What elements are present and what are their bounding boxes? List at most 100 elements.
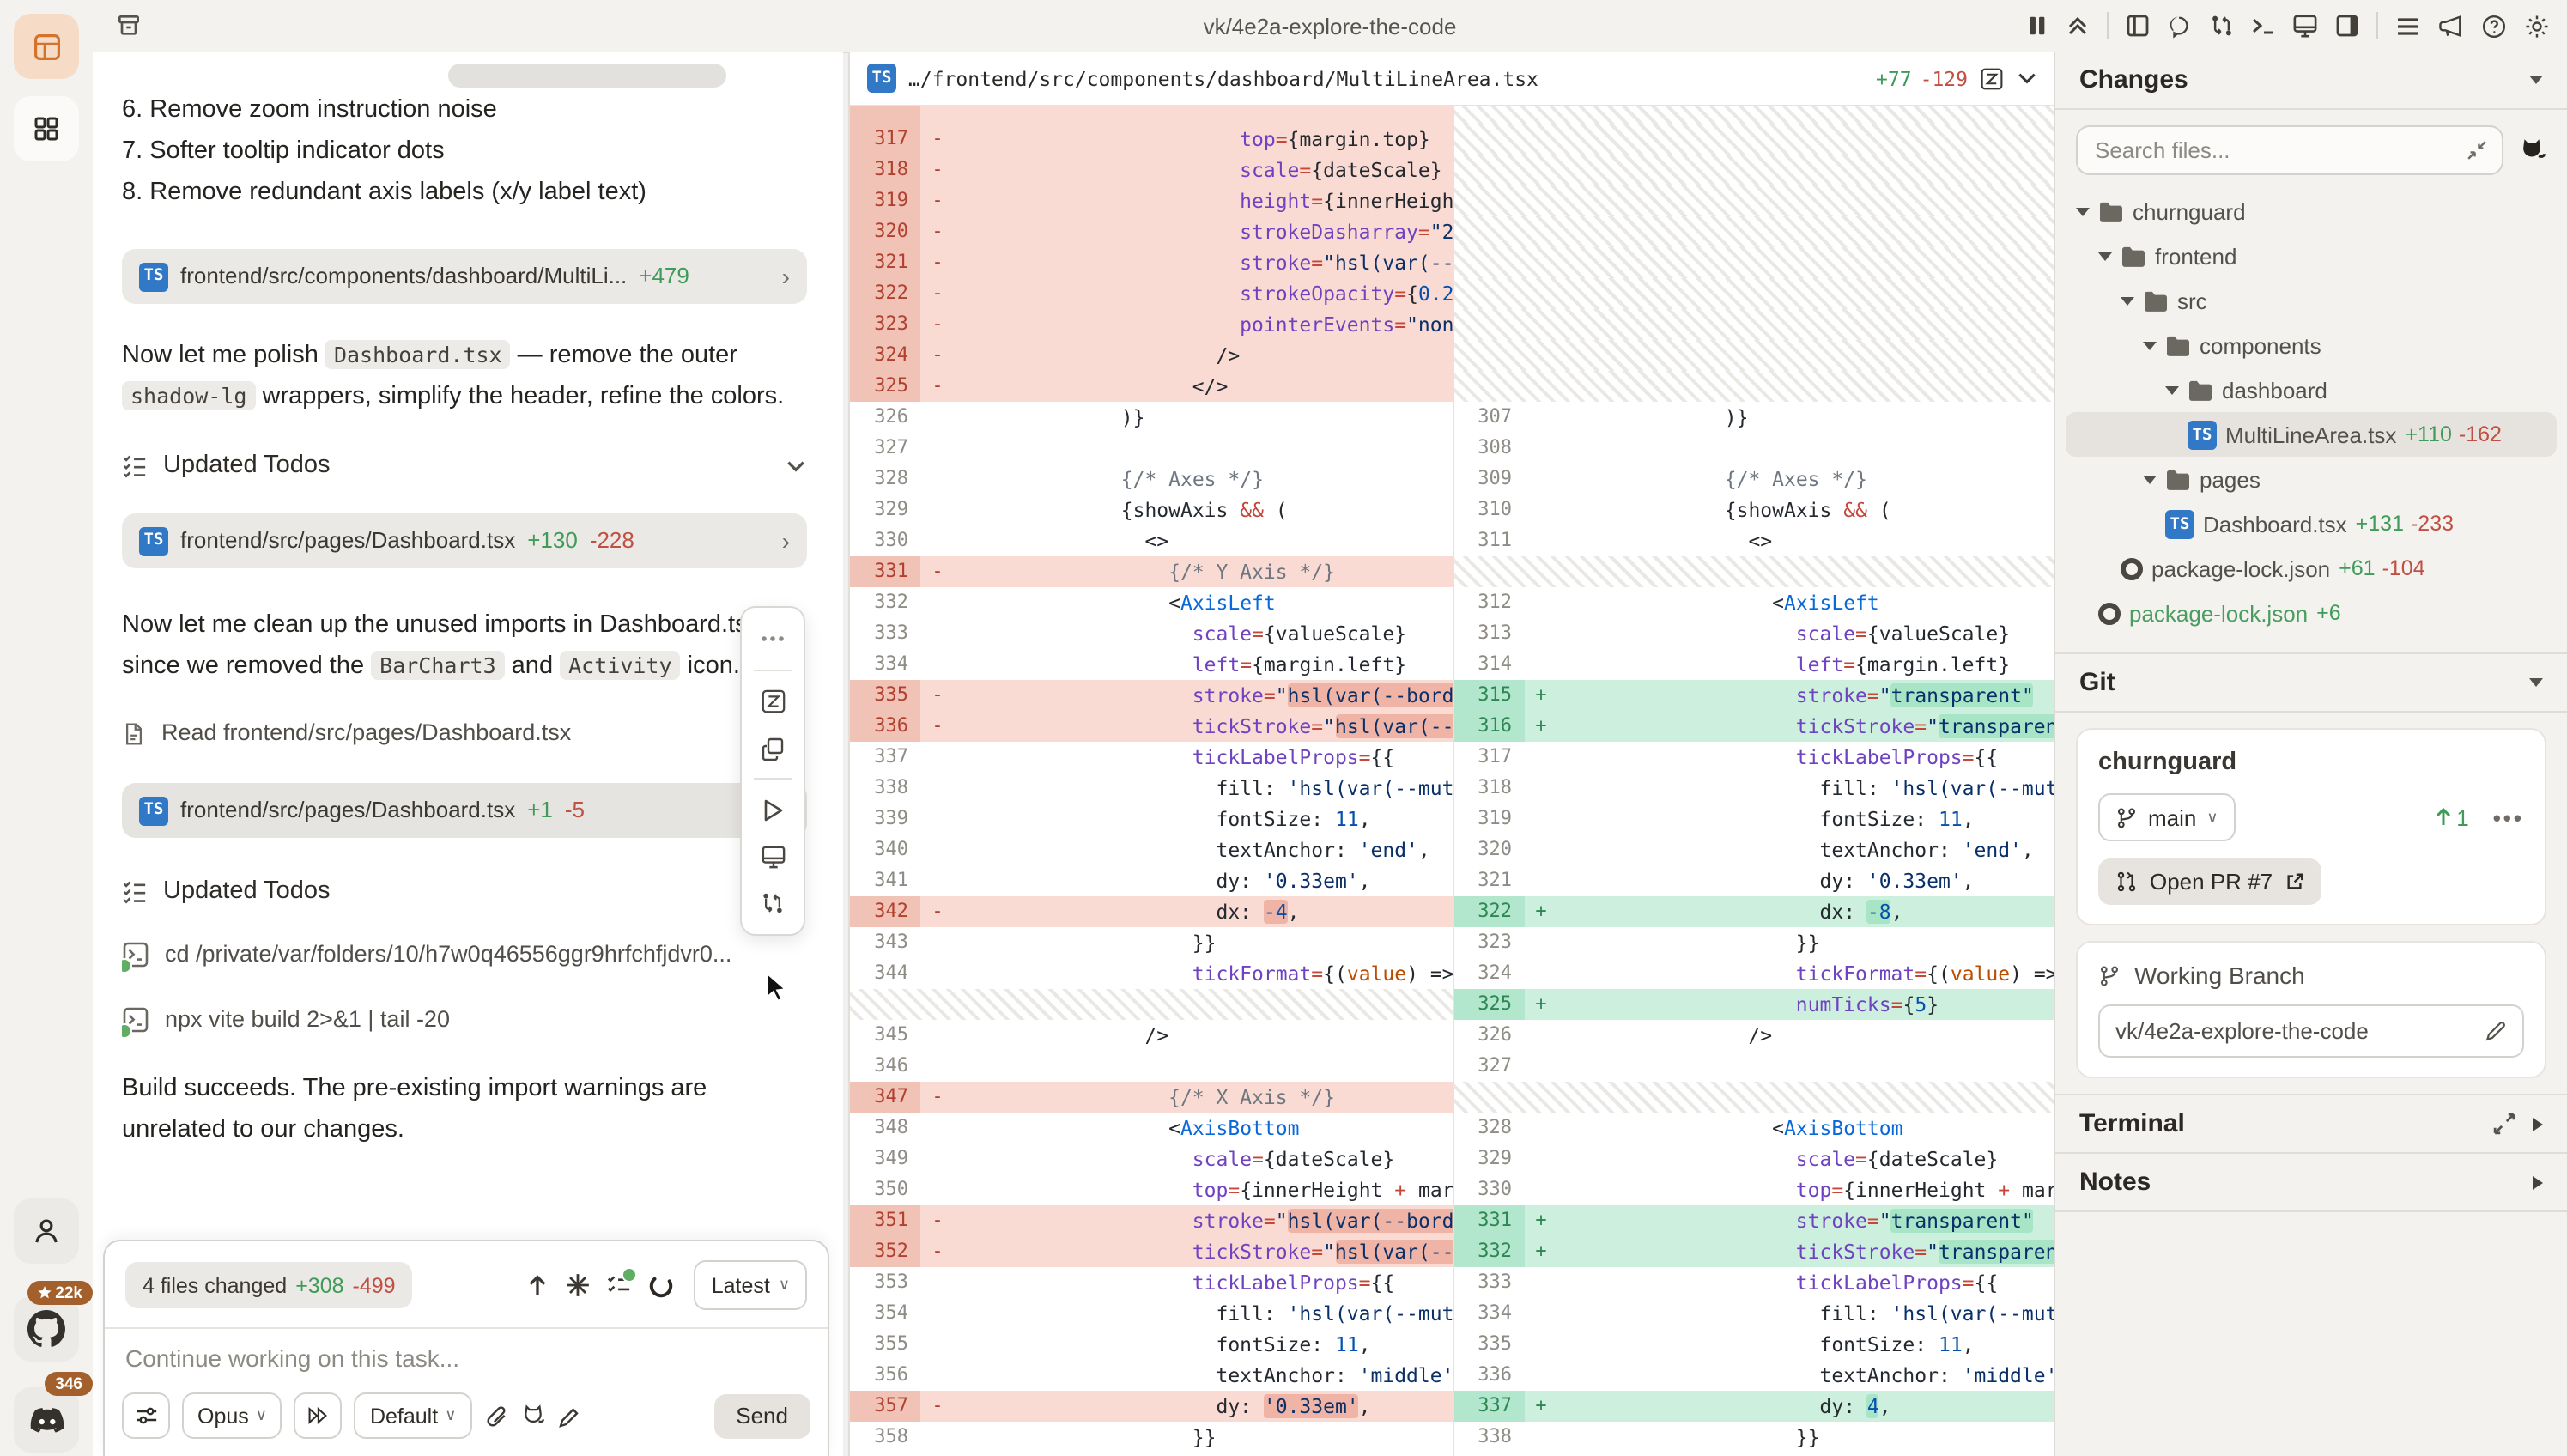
left-rail: 22k 346 <box>0 0 94 1456</box>
fast-forward-button[interactable] <box>294 1392 343 1439</box>
git-compare-icon[interactable] <box>2210 14 2234 38</box>
read-file-row[interactable]: Read frontend/src/pages/Dashboard.tsx <box>122 716 807 750</box>
terminal-command-row[interactable]: cd /private/var/folders/10/h7w0q46556ggr… <box>122 937 807 972</box>
search-input[interactable] <box>2091 136 2455 165</box>
commits-ahead[interactable]: 1 <box>2432 804 2468 830</box>
preview-icon[interactable] <box>752 837 793 878</box>
terminal-command-row[interactable]: npx vite build 2>&1 | tail -20 <box>122 1003 807 1037</box>
diff-gap-row <box>850 989 1452 1020</box>
diff-line-337: 337+dy: 4, <box>1453 1391 2055 1422</box>
open-pr-button[interactable]: Open PR #7 <box>2098 858 2321 905</box>
assistant-paragraph: Now let me clean up the unused imports i… <box>122 604 807 687</box>
caret-down-icon <box>2121 296 2134 305</box>
collapse-icon[interactable] <box>2466 139 2488 161</box>
git-compare-icon[interactable] <box>752 883 793 924</box>
composer-input[interactable]: Continue working on this task... <box>105 1329 828 1387</box>
diff-line-343: 343}} <box>850 927 1452 958</box>
spark-icon[interactable] <box>566 1272 592 1298</box>
diff-line-358: 358}} <box>850 1422 1452 1453</box>
branch-dropdown[interactable]: main∨ <box>2098 793 2236 841</box>
menu-icon[interactable] <box>2395 15 2421 37</box>
tree-item-package-lock.json[interactable]: package-lock.json+61-104 <box>2066 546 2557 591</box>
terminal-icon[interactable] <box>2251 14 2275 38</box>
account-button[interactable] <box>14 1198 79 1264</box>
help-icon[interactable] <box>2481 13 2507 39</box>
panel-left-icon[interactable] <box>2126 14 2150 38</box>
tree-item-churnguard[interactable]: churnguard <box>2066 189 2557 234</box>
tree-item-MultiLineArea.tsx[interactable]: TSMultiLineArea.tsx+110-162 <box>2066 412 2557 457</box>
working-branch-input[interactable]: vk/4e2a-explore-the-code <box>2098 1004 2524 1058</box>
file-diff-chip-multilinearea[interactable]: TS frontend/src/components/dashboard/Mul… <box>122 249 807 304</box>
copy-icon[interactable] <box>752 727 793 768</box>
chevron-down-icon[interactable] <box>2016 67 2038 89</box>
updated-todos-toggle[interactable]: Updated Todos <box>122 874 807 908</box>
pen-icon[interactable] <box>557 1404 581 1428</box>
collapse-all-icon[interactable] <box>2066 14 2090 38</box>
tree-item-package-lock.json[interactable]: package-lock.json+6 <box>2066 591 2557 635</box>
more-options-icon[interactable]: ••• <box>2493 804 2524 830</box>
search-files-box[interactable] <box>2076 125 2503 175</box>
file-change-stats: +61-104 <box>2339 556 2425 580</box>
github-button[interactable]: 22k <box>14 1296 79 1362</box>
diff-gap-row <box>1453 278 2055 309</box>
diff-line-320: 320textAnchor: 'end', <box>1453 834 2055 865</box>
settings-gear-icon[interactable] <box>2524 13 2550 39</box>
diff-line-351: 351-stroke="hsl(var(--border))" <box>850 1205 1452 1236</box>
model-dropdown[interactable]: Opus∨ <box>182 1392 282 1439</box>
panel-layout-button[interactable] <box>14 14 79 79</box>
diff-line-329: 329scale={dateScale} <box>1453 1144 2055 1174</box>
file-diff-chip-dashboard[interactable]: TS frontend/src/pages/Dashboard.tsx +130… <box>122 513 807 568</box>
kitty-icon[interactable] <box>519 1403 545 1429</box>
feedback-megaphone-icon[interactable] <box>2438 13 2464 39</box>
tree-item-frontend[interactable]: frontend <box>2066 234 2557 278</box>
folder-icon <box>2165 468 2191 490</box>
mouse-cursor <box>764 972 790 1003</box>
notes-section-header[interactable]: Notes <box>2055 1154 2567 1210</box>
preview-monitor-icon[interactable] <box>2292 14 2318 38</box>
todos-status-icon[interactable] <box>607 1272 633 1298</box>
diff-line-347: 347-{/* X Axis */} <box>850 1082 1452 1113</box>
open-in-zed-icon[interactable] <box>752 682 793 723</box>
terminal-section-header[interactable]: Terminal <box>2055 1095 2567 1152</box>
file-diff-chip-dashboard-2[interactable]: TS frontend/src/pages/Dashboard.tsx +1 -… <box>122 783 807 838</box>
grid-view-button[interactable] <box>14 96 79 161</box>
changes-section-header[interactable]: Changes <box>2055 52 2567 108</box>
diff-line-344: 344tickFormat={(value) => <box>850 958 1452 989</box>
diff-line-348: 348<AxisBottom <box>850 1113 1452 1144</box>
tree-item-components[interactable]: components <box>2066 323 2557 367</box>
diff-line-327: 327 <box>850 433 1452 464</box>
tree-item-pages[interactable]: pages <box>2066 457 2557 501</box>
expand-icon[interactable] <box>2493 1113 2515 1135</box>
diff-line-329: 329{showAxis && ( <box>850 494 1452 525</box>
diff-line-319: 319fontSize: 11, <box>1453 804 2055 834</box>
pencil-icon[interactable] <box>2485 1020 2507 1042</box>
discord-button[interactable]: 346 <box>14 1387 79 1453</box>
diff-line-317: 317tickLabelProps={{ <box>1453 742 2055 773</box>
panel-right-icon[interactable] <box>2335 14 2359 38</box>
tree-item-src[interactable]: src <box>2066 278 2557 323</box>
attach-icon[interactable] <box>483 1404 507 1428</box>
assistant-chat-icon[interactable] <box>2167 13 2193 39</box>
diff-line-311: 311<> <box>1453 525 2055 556</box>
diff-header[interactable]: TS …/frontend/src/components/dashboard/M… <box>850 52 2055 106</box>
file-change-stats: +6 <box>2316 601 2341 625</box>
more-options-icon[interactable] <box>752 618 793 659</box>
scroll-up-icon[interactable] <box>526 1273 550 1297</box>
version-dropdown[interactable]: Latest∨ <box>695 1260 807 1310</box>
mode-dropdown[interactable]: Default∨ <box>355 1392 471 1439</box>
send-button[interactable]: Send <box>713 1393 810 1438</box>
files-changed-chip[interactable]: 4 files changed +308 -499 <box>125 1262 413 1308</box>
tree-item-Dashboard.tsx[interactable]: TSDashboard.tsx+131-233 <box>2066 501 2557 546</box>
updated-todos-toggle[interactable]: Updated Todos <box>122 448 807 482</box>
git-section-header[interactable]: Git <box>2055 654 2567 711</box>
pause-icon[interactable] <box>2026 14 2048 38</box>
diff-line-335: 335-stroke="hsl(var(--border))" <box>850 680 1452 711</box>
repo-name: churnguard <box>2098 749 2524 776</box>
composer-settings-button[interactable] <box>122 1392 170 1439</box>
run-icon[interactable] <box>752 791 793 832</box>
kitty-icon[interactable] <box>2517 136 2546 165</box>
open-in-zed-icon[interactable] <box>1980 66 2004 90</box>
tree-item-dashboard[interactable]: dashboard <box>2066 367 2557 412</box>
terminal-chip-icon <box>122 941 149 968</box>
diff-line-340: 340textAnchor: 'end', <box>850 834 1452 865</box>
